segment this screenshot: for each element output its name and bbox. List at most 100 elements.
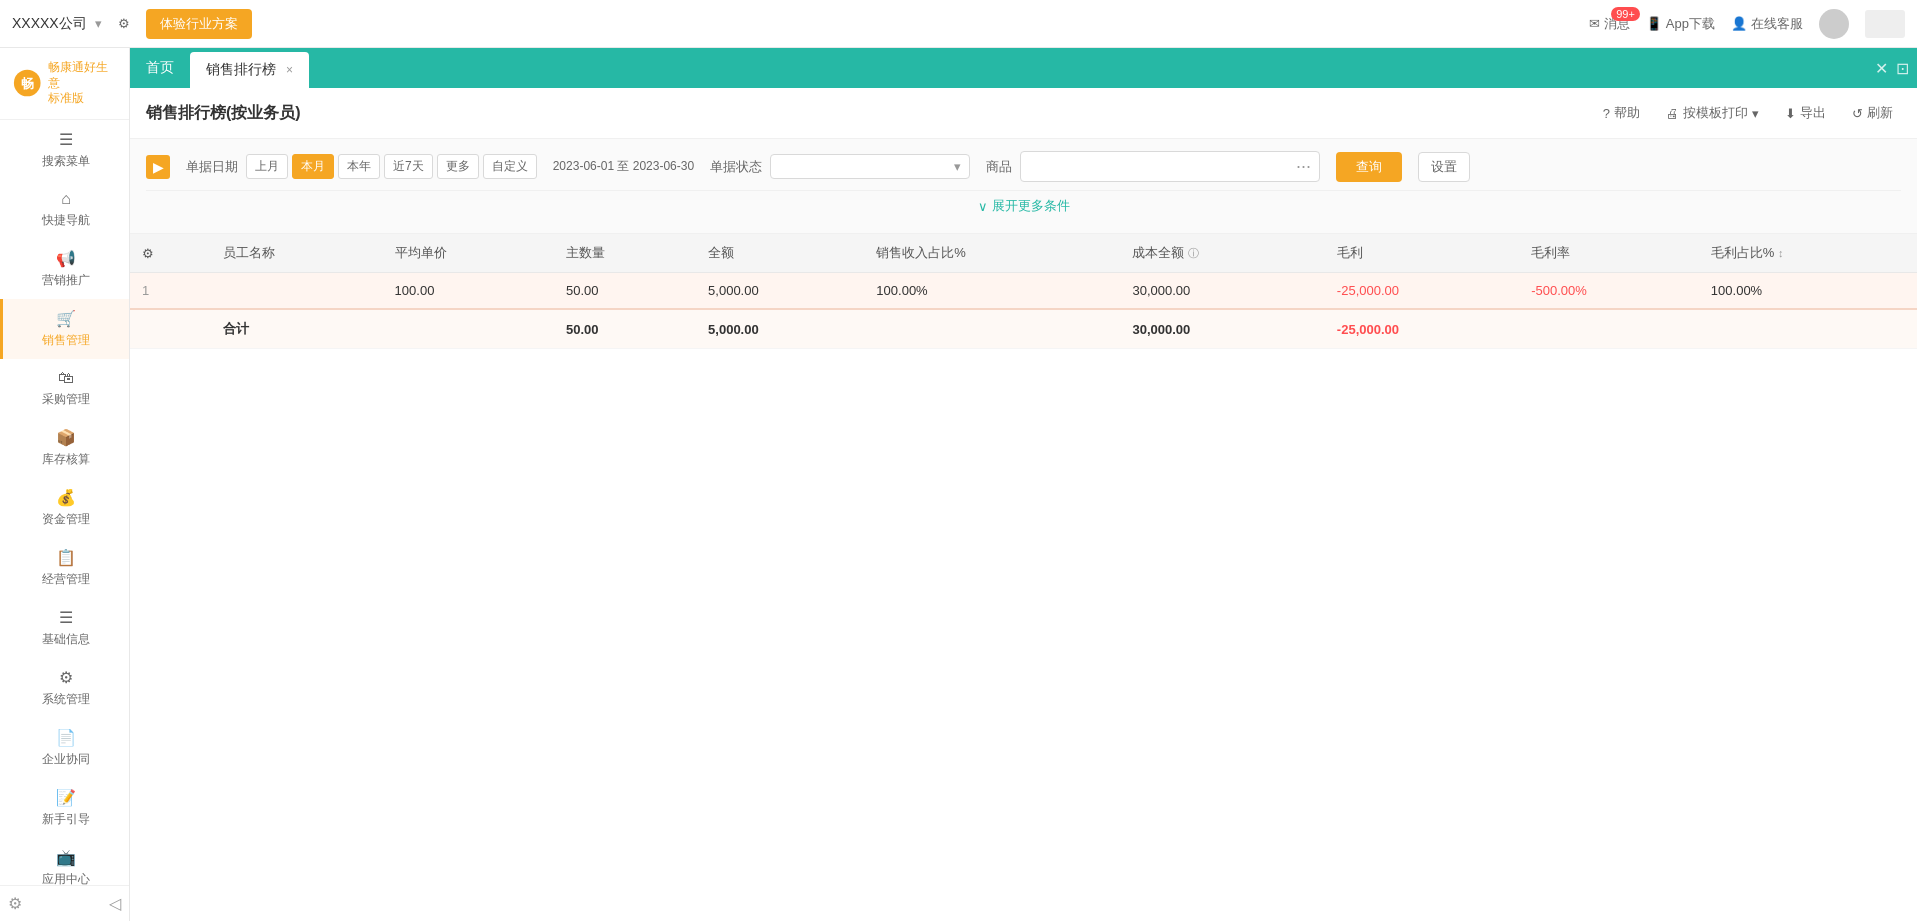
message-icon-item[interactable]: ✉ 消息 99+ <box>1589 15 1630 33</box>
fund-mgmt-icon: 💰 <box>56 488 76 507</box>
sidebar-item-basic-info[interactable]: ☰ 基础信息 <box>0 598 129 658</box>
sidebar-item-marketing[interactable]: 📢 营销推广 <box>0 239 129 299</box>
expand-more-button[interactable]: ∨ 展开更多条件 <box>146 190 1901 221</box>
date-btn-custom[interactable]: 自定义 <box>483 154 537 179</box>
date-btn-this-month[interactable]: 本月 <box>292 154 334 179</box>
filter-row: ▶ 单据日期 上月 本月 本年 近7天 更多 自定义 <box>146 151 1901 182</box>
th-sales-pct: 销售收入占比% <box>864 234 1120 273</box>
expand-more-icon: ∨ <box>978 199 988 214</box>
sidebar-item-label: 销售管理 <box>42 332 90 349</box>
page-header: 销售排行榜(按业务员) ? 帮助 🖨 按模板打印 ▾ ⬇ <box>130 88 1917 139</box>
content-area: 首页 销售排行榜 × ✕ ⊡ 销售排行榜(按业务员) <box>130 48 1917 921</box>
th-name: 员工名称 <box>211 234 382 273</box>
filter-expand-arrow[interactable]: ▶ <box>146 155 170 179</box>
date-btn-7days[interactable]: 近7天 <box>384 154 433 179</box>
table-header: ⚙ 员工名称 平均单价 主数量 <box>130 234 1917 273</box>
sidebar-item-label: 搜索菜单 <box>42 153 90 170</box>
basic-info-icon: ☰ <box>59 608 73 627</box>
sidebar-items: ☰ 搜索菜单 ⌂ 快捷导航 📢 营销推广 🛒 销售管理 🛍 采购管理 <box>0 120 129 885</box>
quick-nav-icon: ⌂ <box>61 190 71 208</box>
row-avg-price: 100.00 <box>383 273 554 310</box>
row-gross-pct: 100.00% <box>1699 273 1917 310</box>
tab-close-icon[interactable]: × <box>286 63 293 77</box>
settings-button[interactable]: 设置 <box>1418 152 1470 182</box>
sidebar-item-new-guide[interactable]: 📝 新手引导 <box>0 778 129 838</box>
total-gross-pct <box>1699 309 1917 349</box>
th-qty: 主数量 <box>554 234 696 273</box>
tab-sales-ranking[interactable]: 销售排行榜 × <box>190 52 309 88</box>
date-buttons: 上月 本月 本年 近7天 更多 自定义 <box>246 154 537 179</box>
sidebar-item-enterprise-collab[interactable]: 📄 企业协同 <box>0 718 129 778</box>
tab-active-label: 销售排行榜 <box>206 61 276 79</box>
sidebar-item-label: 资金管理 <box>42 511 90 528</box>
online-service-item[interactable]: 👤 在线客服 <box>1731 15 1803 33</box>
help-button[interactable]: ? 帮助 <box>1595 100 1648 126</box>
sidebar-item-label: 系统管理 <box>42 691 90 708</box>
sidebar-item-purchase-mgmt[interactable]: 🛍 采购管理 <box>0 359 129 418</box>
tab-bar: 首页 销售排行榜 × ✕ ⊡ <box>130 48 1917 88</box>
th-gross-rate: 毛利率 <box>1519 234 1699 273</box>
sidebar: 畅 畅康通好生意 标准版 ☰ 搜索菜单 ⌂ 快捷导航 📢 <box>0 48 130 921</box>
th-gross: 毛利 <box>1325 234 1519 273</box>
cost-info-icon[interactable]: ⓘ <box>1188 247 1199 259</box>
tab-bar-actions: ✕ ⊡ <box>1875 59 1917 78</box>
refresh-button[interactable]: ↺ 刷新 <box>1844 100 1901 126</box>
tab-home[interactable]: 首页 <box>130 48 190 88</box>
sidebar-item-app-center[interactable]: 📺 应用中心 <box>0 838 129 885</box>
svg-text:畅: 畅 <box>21 76 34 91</box>
search-order-icon: ☰ <box>59 130 73 149</box>
export-button[interactable]: ⬇ 导出 <box>1777 100 1834 126</box>
sidebar-collapse-icon[interactable]: ◁ <box>109 894 121 913</box>
export-icon: ⬇ <box>1785 106 1796 121</box>
sidebar-item-system-mgmt[interactable]: ⚙ 系统管理 <box>0 658 129 718</box>
status-select-arrow: ▾ <box>954 159 961 174</box>
row-sales-pct: 100.00% <box>864 273 1120 310</box>
help-icon: ? <box>1603 106 1610 121</box>
template-print-button[interactable]: 🖨 按模板打印 ▾ <box>1658 100 1767 126</box>
sidebar-item-label: 快捷导航 <box>42 212 90 229</box>
sidebar-settings-icon[interactable]: ⚙ <box>8 894 22 913</box>
row-gross: -25,000.00 <box>1325 273 1519 310</box>
top-bar-right: ✉ 消息 99+ 📱 App下载 👤 在线客服 <box>1589 9 1905 39</box>
tab-close-all-btn[interactable]: ✕ <box>1875 59 1888 78</box>
date-btn-last-month[interactable]: 上月 <box>246 154 288 179</box>
topbar-settings-icon[interactable]: ⚙ <box>110 10 138 38</box>
sidebar-item-sales-mgmt[interactable]: 🛒 销售管理 <box>0 299 129 359</box>
tab-restore-btn[interactable]: ⊡ <box>1896 59 1909 78</box>
total-row: 合计 50.00 5,000.00 30,000.00 -25,000.00 <box>130 309 1917 349</box>
purchase-mgmt-icon: 🛍 <box>58 369 74 387</box>
goods-select[interactable]: ··· <box>1020 151 1320 182</box>
app-download-icon: 📱 <box>1646 16 1662 31</box>
sidebar-item-quick-nav[interactable]: ⌂ 快捷导航 <box>0 180 129 239</box>
company-dropdown-icon[interactable]: ▾ <box>95 16 102 31</box>
sidebar-item-inventory[interactable]: 📦 库存核算 <box>0 418 129 478</box>
th-amount: 全额 <box>696 234 864 273</box>
page-content: 销售排行榜(按业务员) ? 帮助 🖨 按模板打印 ▾ ⬇ <box>130 88 1917 921</box>
top-bar-left: XXXXX公司 ▾ ⚙ 体验行业方案 <box>12 9 1589 39</box>
user-name-display <box>1865 10 1905 38</box>
sidebar-item-search-order[interactable]: ☰ 搜索菜单 <box>0 120 129 180</box>
table-settings-icon[interactable]: ⚙ <box>142 246 154 261</box>
main-area: 畅 畅康通好生意 标准版 ☰ 搜索菜单 ⌂ 快捷导航 📢 <box>0 48 1917 921</box>
sidebar-item-label: 企业协同 <box>42 751 90 768</box>
status-select[interactable]: ▾ <box>770 154 970 179</box>
query-button[interactable]: 查询 <box>1336 152 1402 182</box>
user-avatar[interactable] <box>1819 9 1849 39</box>
sidebar-item-fund-mgmt[interactable]: 💰 资金管理 <box>0 478 129 538</box>
sidebar-item-label: 经营管理 <box>42 571 90 588</box>
trial-button[interactable]: 体验行业方案 <box>146 9 252 39</box>
row-cost: 30,000.00 <box>1120 273 1324 310</box>
total-qty: 50.00 <box>554 309 696 349</box>
gross-pct-sort-icon[interactable]: ↕ <box>1778 247 1784 259</box>
date-btn-more[interactable]: 更多 <box>437 154 479 179</box>
app-container: XXXXX公司 ▾ ⚙ 体验行业方案 ✉ 消息 99+ 📱 App下载 👤 在线… <box>0 0 1917 921</box>
online-service-icon: 👤 <box>1731 16 1747 31</box>
th-gross-pct: 毛利占比% ↕ <box>1699 234 1917 273</box>
sidebar-item-biz-mgmt[interactable]: 📋 经营管理 <box>0 538 129 598</box>
date-btn-this-year[interactable]: 本年 <box>338 154 380 179</box>
app-download-item[interactable]: 📱 App下载 <box>1646 15 1715 33</box>
expand-more-label: 展开更多条件 <box>992 197 1070 215</box>
goods-more-dots[interactable]: ··· <box>1296 156 1311 177</box>
total-cost: 30,000.00 <box>1120 309 1324 349</box>
marketing-icon: 📢 <box>56 249 76 268</box>
